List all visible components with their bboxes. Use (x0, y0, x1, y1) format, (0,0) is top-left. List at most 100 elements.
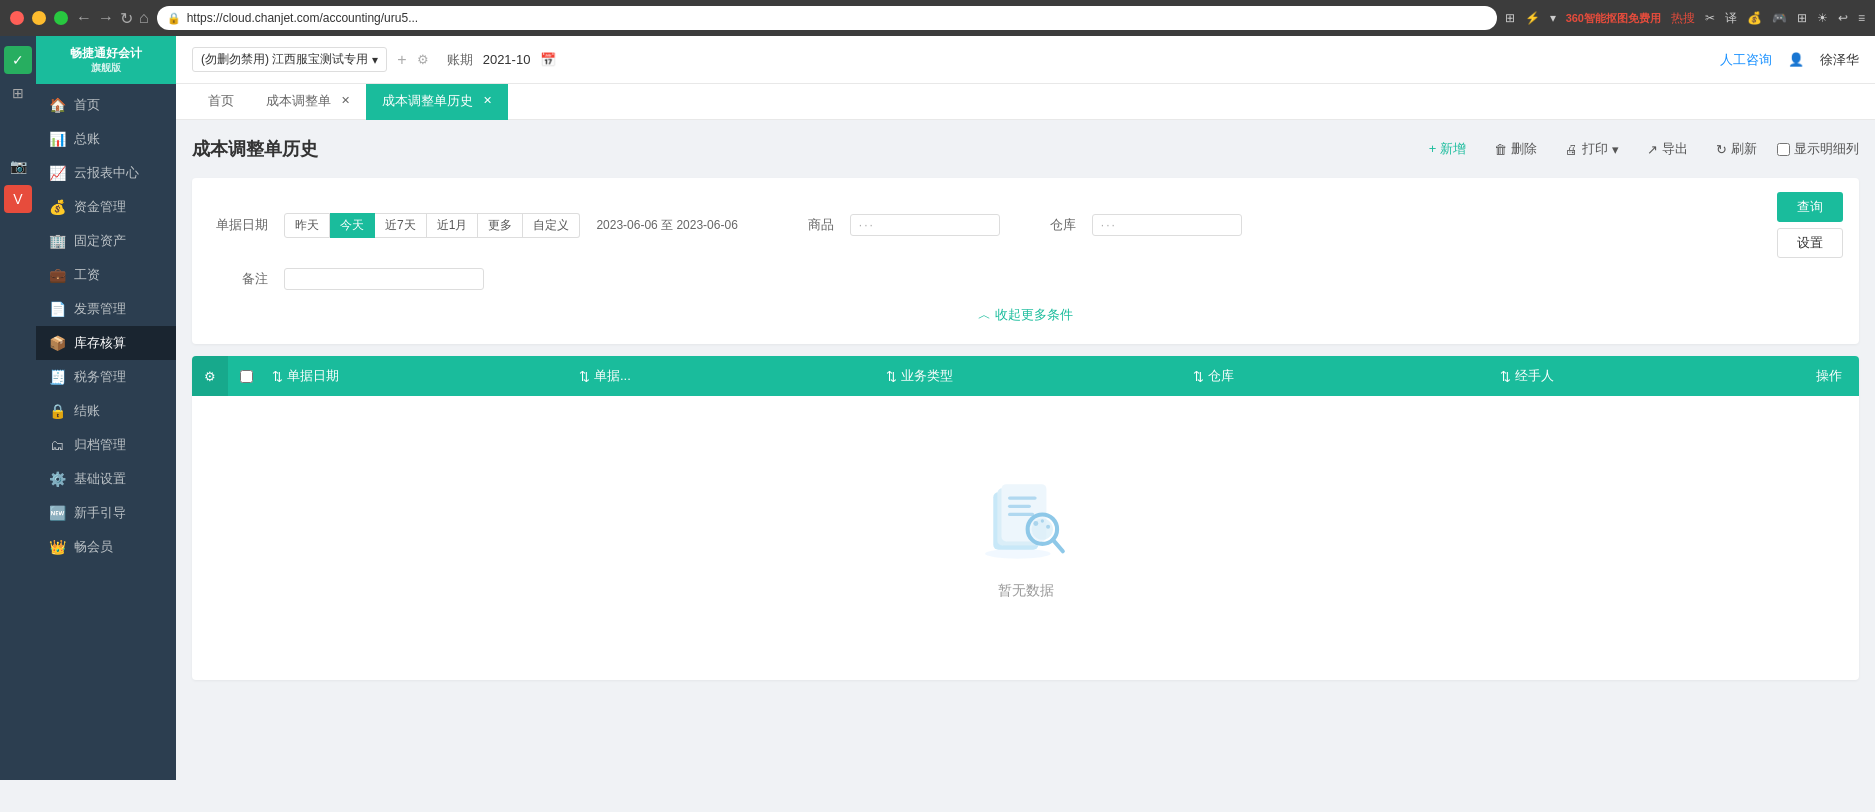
th-type[interactable]: ⇅ 业务类型 (878, 367, 1185, 385)
query-button[interactable]: 查询 (1777, 192, 1843, 222)
sidebar-item-fixed-assets[interactable]: 🏢 固定资产 (36, 224, 176, 258)
column-settings-button[interactable]: ⚙ (192, 356, 228, 396)
date-range: 2023-06-06 至 2023-06-06 (596, 217, 737, 234)
date-btn-more[interactable]: 更多 (478, 213, 523, 238)
icon-sidebar-item-2[interactable]: 📷 (4, 152, 32, 180)
sidebar-item-home[interactable]: 🏠 首页 (36, 88, 176, 122)
tax-icon: 🧾 (48, 369, 66, 385)
browser-close[interactable] (10, 11, 24, 25)
date-btn-yesterday[interactable]: 昨天 (284, 213, 330, 238)
apps-icon[interactable]: ⊞ (1797, 11, 1807, 25)
sidebar-label-home: 首页 (74, 96, 100, 114)
th-number[interactable]: ⇅ 单据... (571, 367, 878, 385)
tab-home[interactable]: 首页 (192, 84, 250, 120)
note-input[interactable] (284, 268, 484, 290)
close-tab-cost-adjust-history[interactable]: ✕ (483, 94, 492, 107)
date-btn-today[interactable]: 今天 (330, 213, 375, 238)
sidebar-label-archive: 归档管理 (74, 436, 126, 454)
warehouse-select[interactable]: ··· (1092, 214, 1242, 236)
translate-icon[interactable]: 译 (1725, 10, 1737, 27)
content-area: (勿删勿禁用) 江西服宝测试专用 ▾ + ⚙ 账期 2021-10 📅 人工咨询… (176, 36, 1875, 780)
note-filter-label: 备注 (208, 270, 268, 288)
close-tab-cost-adjust[interactable]: ✕ (341, 94, 350, 107)
tab-cost-adjust[interactable]: 成本调整单✕ (250, 84, 366, 120)
chevron-icon[interactable]: ▾ (1550, 11, 1556, 25)
goods-filter-label: 商品 (774, 216, 834, 234)
reload-icon[interactable]: ↻ (120, 9, 133, 28)
sidebar-item-inventory[interactable]: 📦 库存核算 (36, 326, 176, 360)
print-button[interactable]: 🖨 打印 ▾ (1557, 136, 1627, 162)
coin-icon[interactable]: 💰 (1747, 11, 1762, 25)
company-select[interactable]: (勿删勿禁用) 江西服宝测试专用 ▾ (192, 47, 387, 72)
warehouse-filter-label: 仓库 (1016, 216, 1076, 234)
empty-text: 暂无数据 (998, 582, 1054, 600)
calendar-icon[interactable]: 📅 (540, 52, 556, 67)
forward-icon[interactable]: → (98, 9, 114, 27)
show-columns-label[interactable]: 显示明细列 (1777, 140, 1859, 158)
fixed-assets-icon: 🏢 (48, 233, 66, 249)
search-tool[interactable]: 360智能抠图免费用 (1566, 11, 1661, 26)
show-columns-checkbox[interactable] (1777, 143, 1790, 156)
back-icon[interactable]: ← (76, 9, 92, 27)
new-button[interactable]: + 新增 (1421, 136, 1474, 162)
home-icon: 🏠 (48, 97, 66, 113)
date-btn-custom[interactable]: 自定义 (523, 213, 580, 238)
brightness-icon[interactable]: ☀ (1817, 11, 1828, 25)
sidebar-item-fund[interactable]: 💰 资金管理 (36, 190, 176, 224)
grid-icon[interactable]: ⊞ (1505, 11, 1515, 25)
export-button[interactable]: ↗ 导出 (1639, 136, 1696, 162)
sidebar-item-settings[interactable]: ⚙️ 基础设置 (36, 462, 176, 496)
refresh-button[interactable]: ↻ 刷新 (1708, 136, 1765, 162)
sidebar-item-archive[interactable]: 🗂 归档管理 (36, 428, 176, 462)
th-date-label: ⇅ (272, 369, 283, 384)
sidebar-item-closing[interactable]: 🔒 结账 (36, 394, 176, 428)
date-btn-7days[interactable]: 近7天 (375, 213, 427, 238)
th-type-sort-icon: ⇅ (886, 369, 897, 384)
sidebar-item-salary[interactable]: 💼 工资 (36, 258, 176, 292)
settings-company-icon[interactable]: ⚙ (417, 52, 429, 67)
browser-max[interactable] (54, 11, 68, 25)
game-icon[interactable]: 🎮 (1772, 11, 1787, 25)
sidebar-label-closing: 结账 (74, 402, 100, 420)
sidebar-item-guide[interactable]: 🆕 新手引导 (36, 496, 176, 530)
refresh-icon: ↻ (1716, 142, 1727, 157)
invoice-icon: 📄 (48, 301, 66, 317)
select-all-checkbox-cell[interactable] (228, 370, 264, 383)
th-handler[interactable]: ⇅ 经手人 (1492, 367, 1799, 385)
page-header: 成本调整单历史 + 新增 🗑 删除 🖨 打印 ▾ ↗ 导出 (192, 136, 1859, 162)
select-all-checkbox[interactable] (240, 370, 253, 383)
browser-nav: ← → ↻ ⌂ (76, 9, 149, 28)
home-nav-icon[interactable]: ⌂ (139, 9, 149, 27)
tab-cost-adjust-history[interactable]: 成本调整单历史✕ (366, 84, 508, 120)
date-btn-1month[interactable]: 近1月 (427, 213, 479, 238)
th-date[interactable]: ⇅ 单据日期 (264, 367, 571, 385)
print-chevron-icon: ▾ (1612, 142, 1619, 157)
icon-sidebar-item-1[interactable]: ⊞ (4, 79, 32, 107)
sidebar-item-reports[interactable]: 📈 云报表中心 (36, 156, 176, 190)
sidebar-item-member[interactable]: 👑 畅会员 (36, 530, 176, 564)
undo-icon[interactable]: ↩ (1838, 11, 1848, 25)
table-header: ⚙ ⇅ 单据日期 ⇅ 单据... ⇅ 业务类型 (192, 356, 1859, 396)
sidebar-item-invoice[interactable]: 📄 发票管理 (36, 292, 176, 326)
lightning-icon[interactable]: ⚡ (1525, 11, 1540, 25)
sidebar-label-reports: 云报表中心 (74, 164, 139, 182)
address-bar[interactable]: 🔒 https://cloud.chanjet.com/accounting/u… (157, 6, 1497, 30)
app-container: ✓ ⊞ 📷 V 畅捷通好会计 旗舰版 🏠 首页 📊 总账 📈 云报表中心 💰 资… (0, 36, 1875, 780)
export-icon: ↗ (1647, 142, 1658, 157)
sidebar-item-tax[interactable]: 🧾 税务管理 (36, 360, 176, 394)
collapse-button[interactable]: ︿ 收起更多条件 (978, 300, 1073, 330)
empty-state: 暂无数据 (192, 396, 1859, 680)
browser-min[interactable] (32, 11, 46, 25)
scissors-icon[interactable]: ✂ (1705, 11, 1715, 25)
add-company-icon[interactable]: + (397, 51, 406, 69)
icon-sidebar-item-3[interactable]: V (4, 185, 32, 213)
menu-icon[interactable]: ≡ (1858, 11, 1865, 25)
service-link[interactable]: 人工咨询 (1720, 51, 1772, 69)
delete-button[interactable]: 🗑 删除 (1486, 136, 1545, 162)
setting-button[interactable]: 设置 (1777, 228, 1843, 258)
icon-sidebar-active[interactable]: ✓ (4, 46, 32, 74)
sidebar-item-ledger[interactable]: 📊 总账 (36, 122, 176, 156)
inventory-icon: 📦 (48, 335, 66, 351)
th-warehouse[interactable]: ⇅ 仓库 (1185, 367, 1492, 385)
goods-select[interactable]: ··· (850, 214, 1000, 236)
